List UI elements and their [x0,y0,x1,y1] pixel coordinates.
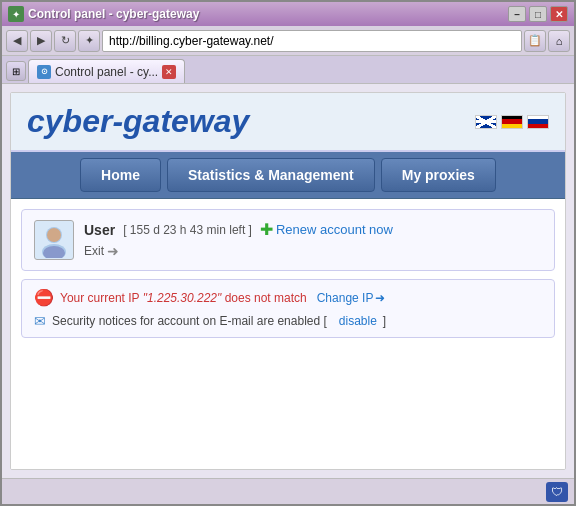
bookmark-button[interactable]: ✦ [78,30,100,52]
security-notice: ✉ Security notices for account on E-mail… [34,313,542,329]
language-selector [475,115,549,129]
username: User [84,222,115,238]
exit-link[interactable]: Exit ➜ [84,243,542,259]
content-area: User [ 155 d 23 h 43 min left ] ✚ Renew … [11,199,565,469]
security-notice-text: Security notices for account on E-mail a… [52,314,327,328]
time-left: [ 155 d 23 h 43 min left ] [123,223,252,237]
back-button[interactable]: ◀ [6,30,28,52]
ip-warning-text: Your current IP "1.225.30.222" does not … [60,291,307,305]
browser-window: ✦ Control panel - cyber-gateway – □ ✕ ◀ … [0,0,576,506]
window-controls: – □ ✕ [508,6,568,22]
nav-statistics[interactable]: Statistics & Management [167,158,375,192]
change-ip-label: Change IP [317,291,374,305]
renew-icon: ✚ [260,220,273,239]
site-logo: cyber-gateway [27,103,249,140]
app-icon: ✦ [8,6,24,22]
main-navigation: Home Statistics & Management My proxies [11,152,565,199]
user-box: User [ 155 d 23 h 43 min left ] ✚ Renew … [21,209,555,271]
user-row: User [ 155 d 23 h 43 min left ] ✚ Renew … [84,220,542,239]
tab-bar: ⊞ ⊙ Control panel - cy... ✕ [2,56,574,84]
change-ip-link[interactable]: Change IP ➜ [317,291,386,305]
warning-icon: ⛔ [34,288,54,307]
title-bar: ✦ Control panel - cyber-gateway – □ ✕ [2,2,574,26]
exit-label: Exit [84,244,104,258]
forward-button[interactable]: ▶ [30,30,52,52]
tab-favicon: ⊙ [37,65,51,79]
new-tab-button[interactable]: ⊞ [6,61,26,81]
user-avatar [34,220,74,260]
window-title: Control panel - cyber-gateway [28,7,199,21]
bottom-bar: 🛡 [2,478,574,504]
title-bar-left: ✦ Control panel - cyber-gateway [8,6,199,22]
info-box: ⛔ Your current IP "1.225.30.222" does no… [21,279,555,338]
mail-icon: ✉ [34,313,46,329]
lang-russian-button[interactable] [527,115,549,129]
refresh-button[interactable]: ↻ [54,30,76,52]
nav-proxies[interactable]: My proxies [381,158,496,192]
security-badge: 🛡 [546,482,568,502]
site-header: cyber-gateway [11,93,565,152]
maximize-button[interactable]: □ [529,6,547,22]
ip-warning: ⛔ Your current IP "1.225.30.222" does no… [34,288,542,307]
tab-close-button[interactable]: ✕ [162,65,176,79]
browser-page: cyber-gateway Home Statistics & Manageme… [10,92,566,470]
lang-german-button[interactable] [501,115,523,129]
nav-home[interactable]: Home [80,158,161,192]
page-content: cyber-gateway Home Statistics & Manageme… [2,84,574,478]
lang-english-button[interactable] [475,115,497,129]
minimize-button[interactable]: – [508,6,526,22]
security-bracket-close: ] [383,314,386,328]
rss-button[interactable]: 📋 [524,30,546,52]
close-button[interactable]: ✕ [550,6,568,22]
exit-arrow-icon: ➜ [107,243,119,259]
tab-label: Control panel - cy... [55,65,158,79]
disable-link[interactable]: disable [339,314,377,328]
avatar-image [36,222,72,258]
address-bar[interactable] [102,30,522,52]
user-info: User [ 155 d 23 h 43 min left ] ✚ Renew … [84,220,542,259]
renew-label: Renew account now [276,222,393,237]
svg-point-2 [47,228,61,242]
nav-toolbar: ◀ ▶ ↻ ✦ 📋 ⌂ [2,26,574,56]
browser-tab[interactable]: ⊙ Control panel - cy... ✕ [28,59,185,83]
change-ip-arrow-icon: ➜ [375,291,385,305]
renew-link[interactable]: ✚ Renew account now [260,220,393,239]
home-button[interactable]: ⌂ [548,30,570,52]
